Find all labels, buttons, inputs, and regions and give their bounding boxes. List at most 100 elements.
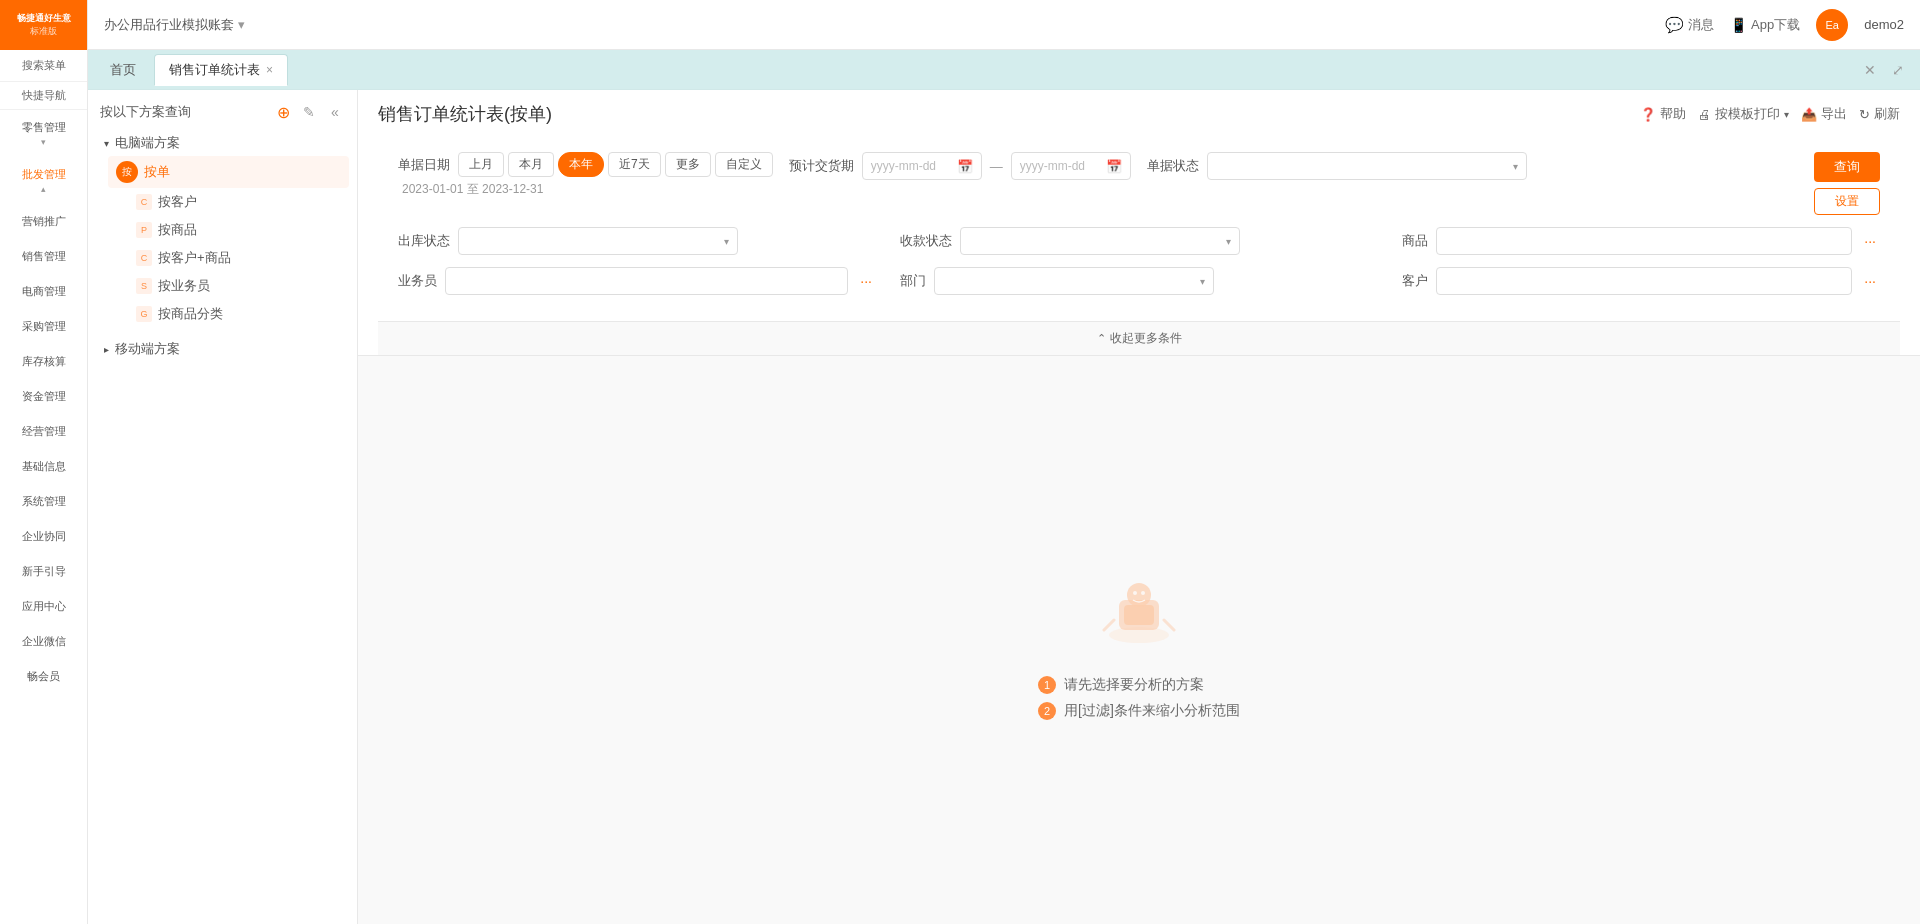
scheme-by-category[interactable]: G 按商品分类 (108, 300, 349, 328)
mobile-group-arrow: ▸ (104, 344, 109, 355)
tab-close-icon[interactable]: × (266, 63, 273, 77)
collapse-btn[interactable]: ⌃ 收起更多条件 (1097, 330, 1182, 347)
sidebar-search[interactable]: 搜索菜单 (0, 50, 87, 82)
export-btn[interactable]: 📤 导出 (1801, 105, 1847, 123)
scheme-by-customer[interactable]: C 按客户 (108, 188, 349, 216)
customer-input[interactable] (1436, 267, 1852, 295)
tab-home[interactable]: 首页 (96, 54, 150, 86)
ship-status-select[interactable]: ▾ (458, 227, 738, 255)
window-maximize-btn[interactable]: ⤢ (1888, 60, 1908, 80)
left-panel: 按以下方案查询 ⊕ ✎ « ▾ 电脑端方案 按 按单 C 按客户 (88, 90, 358, 924)
topbar-app-name: 办公用品行业模拟账套 (104, 16, 234, 34)
svg-point-5 (1141, 591, 1145, 595)
sidebar-item-operation[interactable]: 经营管理 (0, 414, 87, 449)
mobile-group-label: 移动端方案 (115, 340, 180, 358)
category-icon: G (136, 306, 152, 322)
this-month-btn[interactable]: 本月 (508, 152, 554, 177)
app-download-btn[interactable]: 📱 App下载 (1730, 16, 1800, 34)
svg-rect-2 (1124, 605, 1154, 625)
sidebar-item-purchase[interactable]: 采购管理 (0, 309, 87, 344)
topbar-title[interactable]: 办公用品行业模拟账套 ▾ (104, 16, 245, 34)
sidebar-item-inventory[interactable]: 库存核算 (0, 344, 87, 379)
collapse-row[interactable]: ⌃ 收起更多条件 (378, 321, 1900, 355)
receipt-status-arrow: ▾ (1226, 236, 1231, 247)
refresh-btn[interactable]: ↻ 刷新 (1859, 105, 1900, 123)
pc-group-arrow: ▾ (104, 138, 109, 149)
user-avatar[interactable]: Ea (1816, 9, 1848, 41)
sidebar-item-enterprise[interactable]: 企业协同 (0, 519, 87, 554)
receipt-status-select[interactable]: ▾ (960, 227, 1240, 255)
pc-group-header[interactable]: ▾ 电脑端方案 (96, 130, 349, 156)
message-btn[interactable]: 💬 消息 (1665, 16, 1714, 34)
expected-date-end[interactable]: yyyy-mm-dd 📅 (1011, 152, 1131, 180)
sidebar-item-wxwork[interactable]: 企业微信 (0, 624, 87, 659)
page-header-actions: ❓ 帮助 🖨 按模板打印 ▾ 📤 导出 ↻ (1640, 105, 1900, 123)
sidebar-item-appcenter[interactable]: 应用中心 (0, 589, 87, 624)
department-label: 部门 (900, 272, 926, 290)
sidebar-item-basic[interactable]: 基础信息 (0, 449, 87, 484)
window-close-btn[interactable]: ✕ (1860, 60, 1880, 80)
sidebar-item-finance[interactable]: 资金管理 (0, 379, 87, 414)
department-arrow: ▾ (1200, 276, 1205, 287)
sidebar-nav[interactable]: 快捷导航 (0, 82, 87, 110)
sidebar-item-guide[interactable]: 新手引导 (0, 554, 87, 589)
filter-area: 单据日期 上月 本月 本年 近7天 更多 自定义 2023 (378, 138, 1900, 321)
topbar-actions: 💬 消息 📱 App下载 Ea demo2 (1665, 9, 1904, 41)
content-area: 按以下方案查询 ⊕ ✎ « ▾ 电脑端方案 按 按单 C 按客户 (88, 90, 1920, 924)
customer-dots-btn[interactable]: ··· (1860, 273, 1880, 289)
sidebar-logo: 畅捷通好生意 标准版 (0, 0, 87, 50)
svg-point-4 (1133, 591, 1137, 595)
tree-group-pc: 按 按单 C 按客户 P 按商品 C 按客户+商品 S 按业务员 (108, 156, 349, 328)
edit-scheme-btn[interactable]: ✎ (299, 102, 319, 122)
salesperson-icon: S (136, 278, 152, 294)
template-print-btn[interactable]: 🖨 按模板打印 ▾ (1698, 105, 1789, 123)
svg-line-7 (1164, 620, 1174, 630)
settings-btn[interactable]: 设置 (1814, 188, 1880, 215)
product-dots-btn[interactable]: ··· (1860, 233, 1880, 249)
expected-date-start[interactable]: yyyy-mm-dd 📅 (862, 152, 982, 180)
logo-main-text: 畅捷通好生意 (17, 12, 71, 25)
help-btn[interactable]: ❓ 帮助 (1640, 105, 1686, 123)
salesperson-dots-btn[interactable]: ··· (856, 273, 876, 289)
topbar: 办公用品行业模拟账套 ▾ 💬 消息 📱 App下载 Ea demo2 (88, 0, 1920, 50)
custom-btn[interactable]: 自定义 (715, 152, 773, 177)
scheme-by-customer-product[interactable]: C 按客户+商品 (108, 244, 349, 272)
scheme-by-order[interactable]: 按 按单 (108, 156, 349, 188)
help-icon: ❓ (1640, 107, 1656, 122)
sidebar-item-retail[interactable]: 零售管理 ▾ (0, 110, 87, 157)
department-select[interactable]: ▾ (934, 267, 1214, 295)
last7days-btn[interactable]: 近7天 (608, 152, 661, 177)
mobile-group-header[interactable]: ▸ 移动端方案 (96, 336, 349, 362)
query-btn[interactable]: 查询 (1814, 152, 1880, 182)
single-status-select[interactable]: ▾ (1207, 152, 1527, 180)
scheme-by-salesperson[interactable]: S 按业务员 (108, 272, 349, 300)
tab-sales-order-stats[interactable]: 销售订单统计表 × (154, 54, 288, 86)
more-btn[interactable]: 更多 (665, 152, 711, 177)
this-year-btn[interactable]: 本年 (558, 152, 604, 177)
sidebar-item-system[interactable]: 系统管理 (0, 484, 87, 519)
left-panel-header: 按以下方案查询 ⊕ ✎ « (96, 102, 349, 122)
receipt-status-label: 收款状态 (900, 232, 952, 250)
sidebar-item-wholesale[interactable]: 批发管理 ▴ (0, 157, 87, 204)
ship-status-label: 出库状态 (398, 232, 450, 250)
customer-label: 客户 (1402, 272, 1428, 290)
sidebar-item-marketing[interactable]: 营销推广 (0, 204, 87, 239)
salesperson-input[interactable] (445, 267, 848, 295)
customer-icon: C (136, 194, 152, 210)
page-title: 销售订单统计表(按单) (378, 102, 552, 126)
window-controls: ✕ ⤢ (1860, 60, 1920, 80)
last-month-btn[interactable]: 上月 (458, 152, 504, 177)
salesperson-label: 业务员 (398, 272, 437, 290)
logo-sub-text: 标准版 (30, 25, 57, 38)
scheme-by-product[interactable]: P 按商品 (108, 216, 349, 244)
refresh-icon: ↻ (1859, 107, 1870, 122)
calendar-icon-1: 📅 (957, 159, 973, 174)
single-status-arrow: ▾ (1513, 161, 1518, 172)
product-label: 商品 (1402, 232, 1428, 250)
sidebar-item-member[interactable]: 畅会员 (0, 659, 87, 694)
sidebar-item-sales[interactable]: 销售管理 (0, 239, 87, 274)
add-scheme-btn[interactable]: ⊕ (273, 102, 293, 122)
sidebar-item-ecommerce[interactable]: 电商管理 (0, 274, 87, 309)
collapse-panel-btn[interactable]: « (325, 102, 345, 122)
product-input[interactable] (1436, 227, 1852, 255)
